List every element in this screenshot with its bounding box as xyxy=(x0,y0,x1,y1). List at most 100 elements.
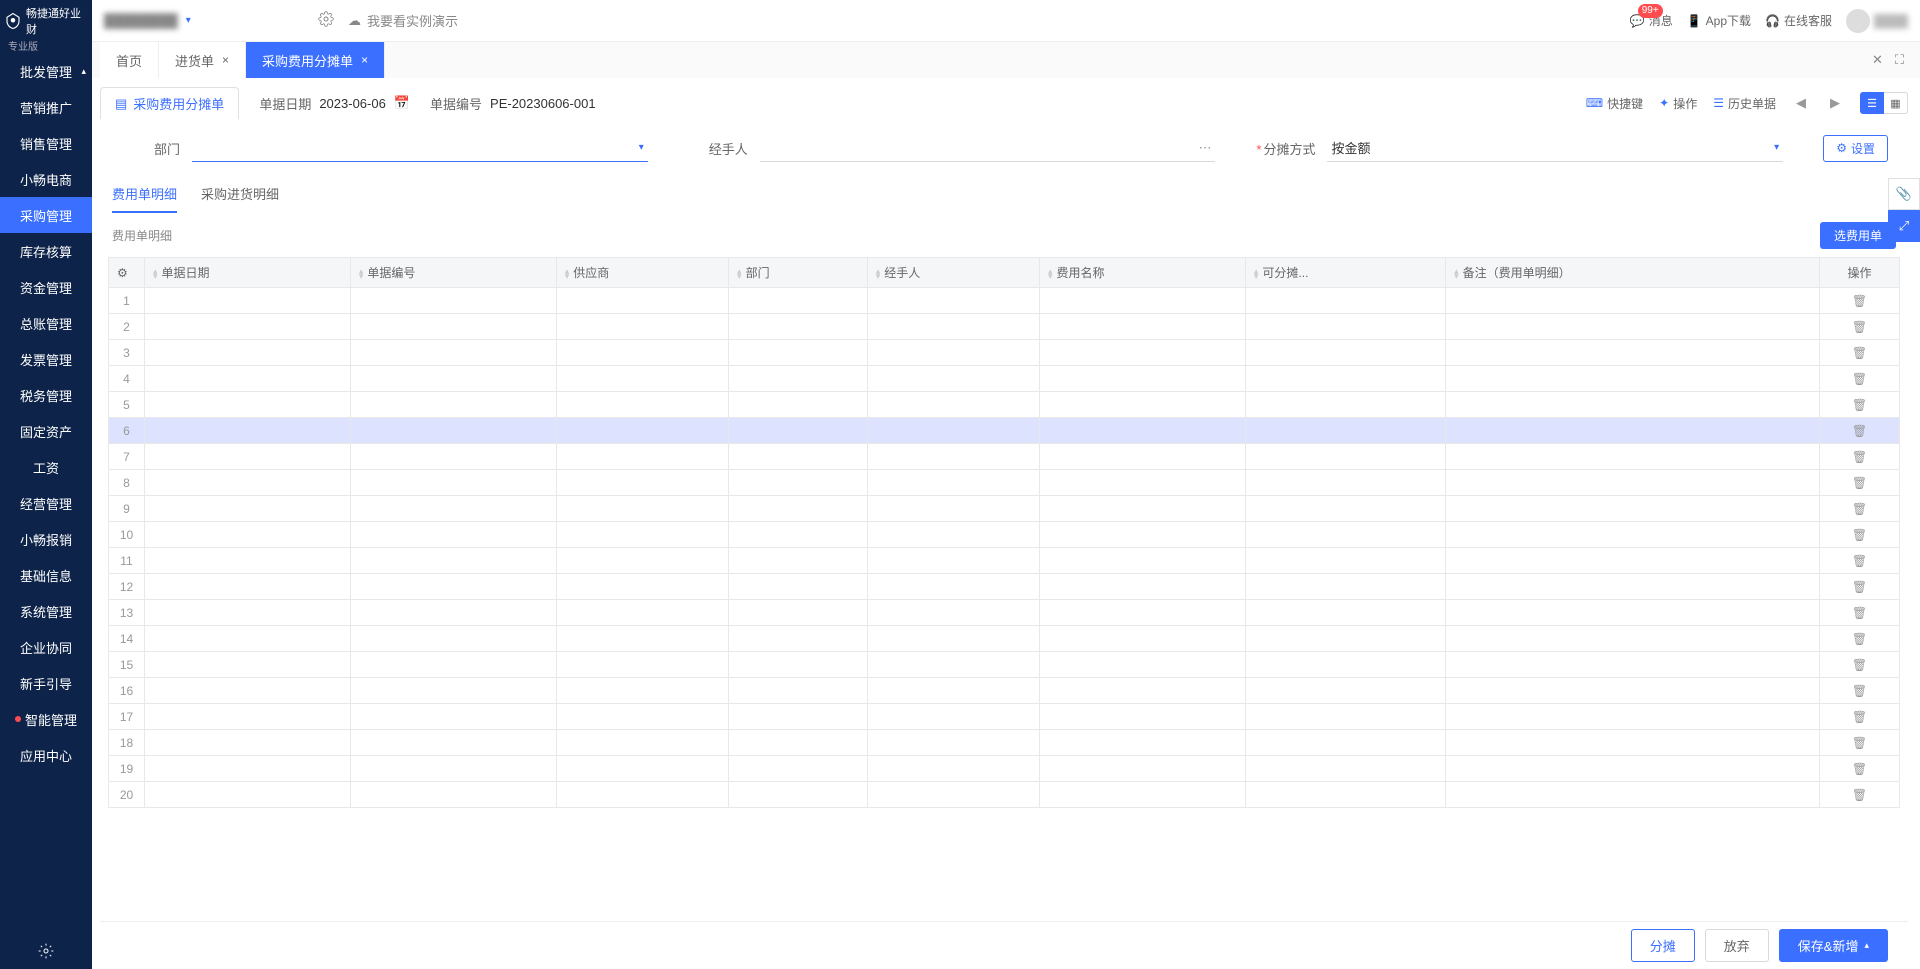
sub-tab-0[interactable]: 费用单明细 xyxy=(112,176,177,213)
trash-icon[interactable]: 🗑 xyxy=(1852,554,1867,568)
app-download[interactable]: 📱 App下载 xyxy=(1687,12,1751,29)
trash-icon[interactable]: 🗑 xyxy=(1852,658,1867,672)
table-row[interactable]: 18🗑 xyxy=(109,730,1900,756)
method-select[interactable]: 按金额 ▾ xyxy=(1327,134,1783,162)
trash-icon[interactable]: 🗑 xyxy=(1852,398,1867,412)
trash-icon[interactable]: 🗑 xyxy=(1852,424,1867,438)
col-header-1[interactable]: ▴▾单据编号 xyxy=(350,258,556,288)
trash-icon[interactable]: 🗑 xyxy=(1852,372,1867,386)
sort-icon[interactable]: ▴▾ xyxy=(359,269,364,279)
nav-item-4[interactable]: 采购管理 xyxy=(0,197,92,233)
nav-item-18[interactable]: 智能管理 xyxy=(0,701,92,737)
col-header-2[interactable]: ▴▾供应商 xyxy=(556,258,728,288)
trash-icon[interactable]: 🗑 xyxy=(1852,632,1867,646)
table-row[interactable]: 1🗑 xyxy=(109,288,1900,314)
handler-select[interactable]: ⋯ xyxy=(760,134,1216,162)
nav-item-9[interactable]: 税务管理 xyxy=(0,377,92,413)
sort-icon[interactable]: ▴▾ xyxy=(1454,269,1459,279)
trash-icon[interactable]: 🗑 xyxy=(1852,788,1867,802)
table-row[interactable]: 9🗑 xyxy=(109,496,1900,522)
col-header-0[interactable]: ▴▾单据日期 xyxy=(145,258,351,288)
table-row[interactable]: 11🗑 xyxy=(109,548,1900,574)
trash-icon[interactable]: 🗑 xyxy=(1852,502,1867,516)
trash-icon[interactable]: 🗑 xyxy=(1852,320,1867,334)
nav-item-8[interactable]: 发票管理 xyxy=(0,341,92,377)
sort-icon[interactable]: ▴▾ xyxy=(153,269,158,279)
close-icon[interactable]: × xyxy=(361,53,368,67)
table-row[interactable]: 6🗑 xyxy=(109,418,1900,444)
sort-icon[interactable]: ▴▾ xyxy=(565,269,570,279)
table-row[interactable]: 14🗑 xyxy=(109,626,1900,652)
table-row[interactable]: 13🗑 xyxy=(109,600,1900,626)
trash-icon[interactable]: 🗑 xyxy=(1852,684,1867,698)
user-menu[interactable]: ████ xyxy=(1846,9,1908,33)
nav-item-14[interactable]: 基础信息 xyxy=(0,557,92,593)
next-doc[interactable]: ▶ xyxy=(1826,95,1844,111)
tab-2[interactable]: 采购费用分摊单× xyxy=(246,42,385,78)
dept-select[interactable]: ▾ xyxy=(192,134,648,162)
nav-item-11[interactable]: 工资 xyxy=(0,449,92,485)
table-row[interactable]: 16🗑 xyxy=(109,678,1900,704)
nav-item-12[interactable]: 经营管理 xyxy=(0,485,92,521)
nav-item-1[interactable]: 营销推广 xyxy=(0,89,92,125)
table-row[interactable]: 17🗑 xyxy=(109,704,1900,730)
nav-item-15[interactable]: 系统管理 xyxy=(0,593,92,629)
table-row[interactable]: 12🗑 xyxy=(109,574,1900,600)
col-header-3[interactable]: ▴▾部门 xyxy=(729,258,868,288)
col-header-7[interactable]: ▴▾备注（费用单明细） xyxy=(1446,258,1820,288)
trash-icon[interactable]: 🗑 xyxy=(1852,346,1867,360)
abandon-button[interactable]: 放弃 xyxy=(1705,929,1769,962)
gear-icon[interactable] xyxy=(318,11,334,30)
nav-item-10[interactable]: 固定资产 xyxy=(0,413,92,449)
sort-icon[interactable]: ▴▾ xyxy=(1048,269,1053,279)
expand-rail[interactable]: ⤢ xyxy=(1888,210,1920,242)
trash-icon[interactable]: 🗑 xyxy=(1852,476,1867,490)
nav-item-13[interactable]: 小畅报销 xyxy=(0,521,92,557)
trash-icon[interactable]: 🗑 xyxy=(1852,294,1867,308)
col-header-5[interactable]: ▴▾费用名称 xyxy=(1040,258,1246,288)
save-new-button[interactable]: 保存&新增 ▴ xyxy=(1779,929,1888,962)
settings-button[interactable]: ⚙ 设置 xyxy=(1823,135,1888,162)
table-row[interactable]: 19🗑 xyxy=(109,756,1900,782)
trash-icon[interactable]: 🗑 xyxy=(1852,450,1867,464)
sort-icon[interactable]: ▴▾ xyxy=(737,269,742,279)
table-row[interactable]: 7🗑 xyxy=(109,444,1900,470)
sub-tab-1[interactable]: 采购进货明细 xyxy=(201,176,279,213)
allocate-button[interactable]: 分摊 xyxy=(1631,929,1695,962)
close-all-icon[interactable]: ✕ xyxy=(1872,52,1883,68)
trash-icon[interactable]: 🗑 xyxy=(1852,580,1867,594)
table-row[interactable]: 15🗑 xyxy=(109,652,1900,678)
table-row[interactable]: 10🗑 xyxy=(109,522,1900,548)
table-row[interactable]: 5🗑 xyxy=(109,392,1900,418)
tab-0[interactable]: 首页 xyxy=(100,42,159,78)
col-header-4[interactable]: ▴▾经手人 xyxy=(867,258,1039,288)
nav-item-3[interactable]: 小畅电商 xyxy=(0,161,92,197)
table-row[interactable]: 4🗑 xyxy=(109,366,1900,392)
trash-icon[interactable]: 🗑 xyxy=(1852,528,1867,542)
nav-item-2[interactable]: 销售管理 xyxy=(0,125,92,161)
tab-1[interactable]: 进货单× xyxy=(159,42,246,78)
history-action[interactable]: ☰历史单据 xyxy=(1713,95,1776,112)
table-row[interactable]: 8🗑 xyxy=(109,470,1900,496)
trash-icon[interactable]: 🗑 xyxy=(1852,736,1867,750)
nav-item-19[interactable]: 应用中心 xyxy=(0,737,92,773)
fullscreen-icon[interactable]: ⛶ xyxy=(1895,52,1904,68)
org-selector[interactable]: ████████ ▾ xyxy=(104,13,304,28)
table-row[interactable]: 3🗑 xyxy=(109,340,1900,366)
attachment-rail[interactable]: 📎 xyxy=(1888,178,1920,210)
demo-link[interactable]: ☁ 我要看实例演示 xyxy=(348,11,458,30)
nav-settings[interactable] xyxy=(0,933,92,969)
hotkey-action[interactable]: ⌨快捷键 xyxy=(1586,95,1643,112)
date-value[interactable]: 2023-06-06 xyxy=(319,96,386,111)
operate-action[interactable]: ✦操作 xyxy=(1659,95,1697,112)
sort-icon[interactable]: ▴▾ xyxy=(1254,269,1259,279)
message-action[interactable]: 99+ 💬 消息 xyxy=(1630,12,1673,29)
sort-icon[interactable]: ▴▾ xyxy=(876,269,881,279)
close-icon[interactable]: × xyxy=(222,53,229,67)
view-list[interactable]: ☰ xyxy=(1860,92,1884,114)
select-expense-button[interactable]: 选费用单 xyxy=(1820,222,1896,249)
view-card[interactable]: ▦ xyxy=(1884,92,1908,114)
table-row[interactable]: 2🗑 xyxy=(109,314,1900,340)
nav-item-17[interactable]: 新手引导 xyxy=(0,665,92,701)
nav-item-6[interactable]: 资金管理 xyxy=(0,269,92,305)
